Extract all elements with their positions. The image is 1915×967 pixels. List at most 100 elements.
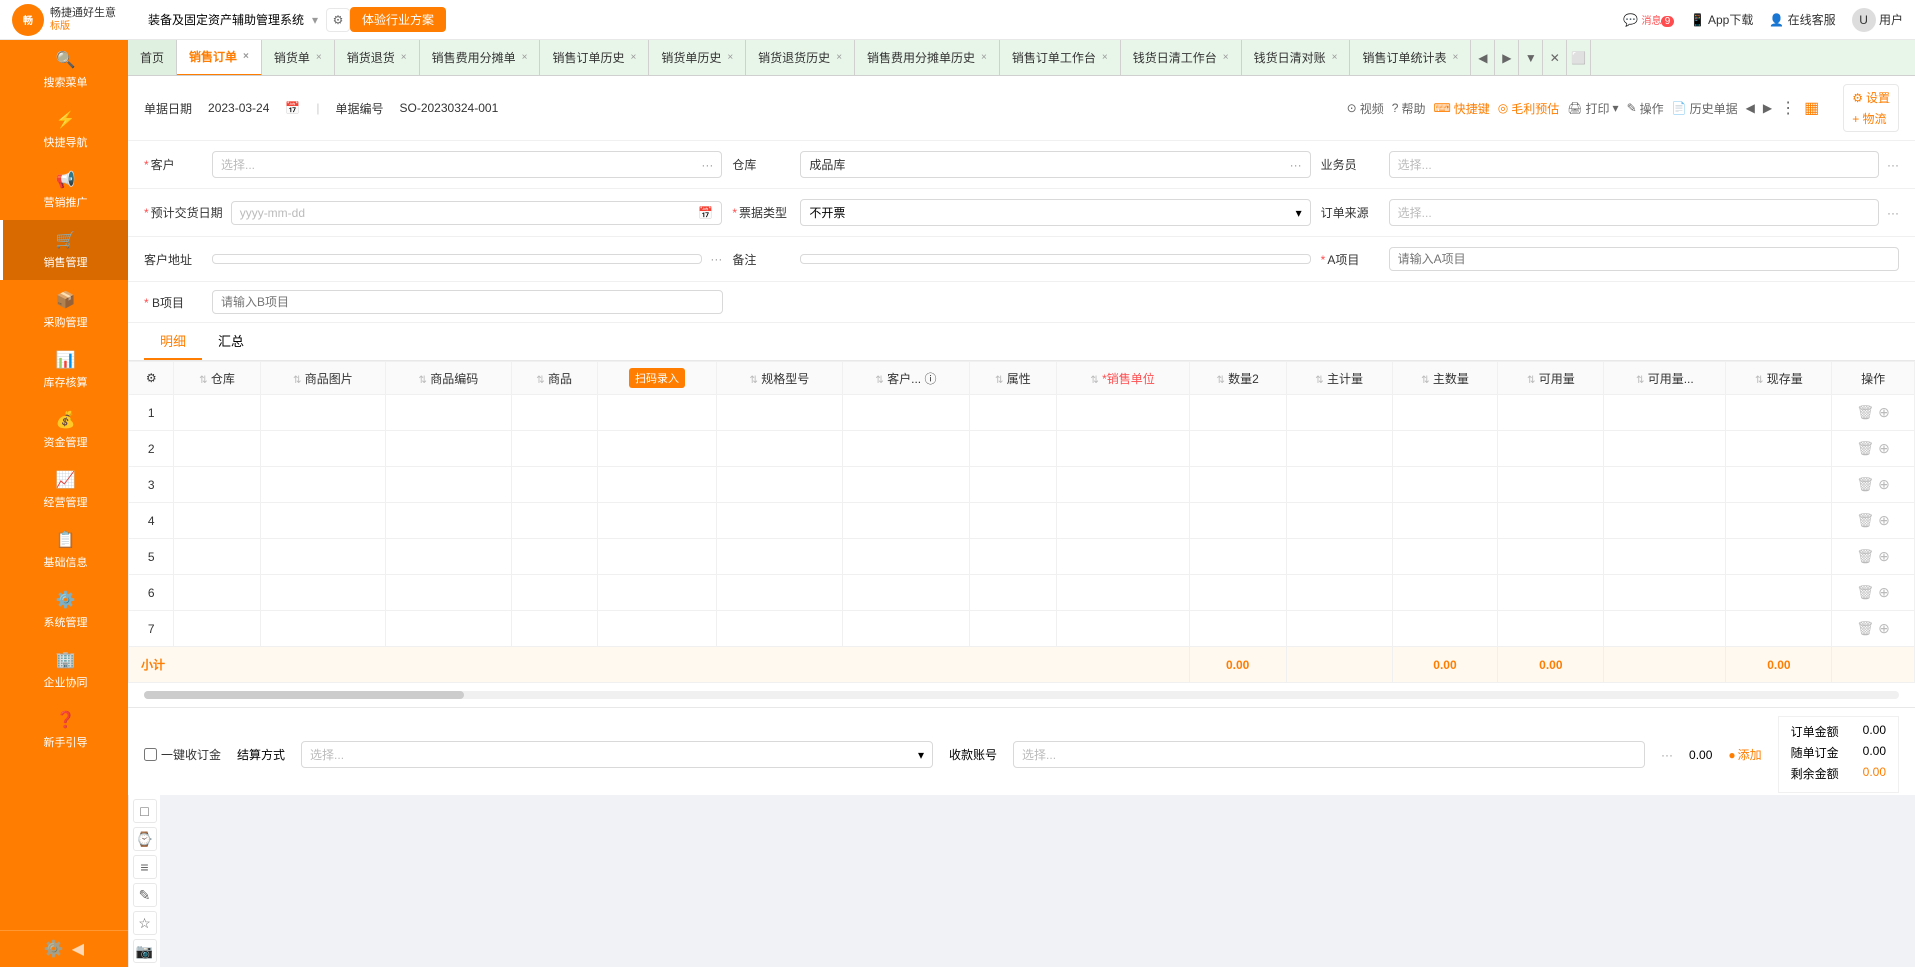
horizontal-scrollbar[interactable]	[144, 691, 1899, 699]
sidebar-item-sales[interactable]: 🛒 销售管理	[0, 220, 128, 280]
tab-close-fee-split[interactable]: ×	[522, 52, 528, 63]
profit-btn[interactable]: ◎ 毛利预估	[1498, 100, 1560, 117]
tab-sales-return[interactable]: 销货单 ×	[262, 40, 335, 76]
prev-record-btn[interactable]: ◀	[1746, 101, 1755, 115]
delivery-date-input[interactable]: yyyy-mm-dd 📅	[231, 201, 723, 225]
sidebar-item-finance[interactable]: 💰 资金管理	[0, 400, 128, 460]
account-select[interactable]: 选择...	[1013, 741, 1645, 768]
tab-sales-delivery[interactable]: 销货退货 ×	[335, 40, 420, 76]
tab-close-order-workbench[interactable]: ×	[1102, 52, 1108, 63]
tab-sales-order[interactable]: 销售订单 ×	[177, 40, 262, 76]
sidebar-item-operations[interactable]: 📈 经营管理	[0, 460, 128, 520]
tab-fee-history[interactable]: 销售费用分摊单历史 ×	[855, 40, 1000, 76]
sidebar-item-system[interactable]: ⚙️ 系统管理	[0, 580, 128, 640]
order-source-expand-btn[interactable]: ···	[1887, 206, 1899, 220]
customer-input[interactable]: 选择... ···	[212, 151, 722, 178]
warehouse-expand-btn[interactable]: ···	[1290, 158, 1302, 172]
sidebar-item-search[interactable]: 🔍 搜索菜单	[0, 40, 128, 100]
remark-input[interactable]	[800, 254, 1310, 264]
tab-close-cash-daily[interactable]: ×	[1223, 52, 1229, 63]
delete-row-5-btn[interactable]: 🗑	[1856, 548, 1874, 565]
delete-row-6-btn[interactable]: 🗑	[1856, 584, 1874, 601]
form-settings-btn[interactable]: ⚙ 设置	[1852, 89, 1890, 106]
print-btn[interactable]: 🖨 打印 ▾	[1567, 100, 1618, 117]
order-source-input[interactable]: 选择...	[1389, 199, 1879, 226]
tab-close-delivery-history[interactable]: ×	[836, 52, 842, 63]
add-item-btn[interactable]: ● 添加	[1728, 746, 1761, 763]
delete-row-4-btn[interactable]: 🗑	[1856, 512, 1874, 529]
scrollbar-thumb[interactable]	[144, 691, 464, 699]
tab-close-sales-order[interactable]: ×	[243, 51, 249, 62]
copy-row-3-btn[interactable]: ⊕	[1878, 476, 1890, 493]
tab-close-all[interactable]: ✕	[1543, 40, 1567, 76]
app-download[interactable]: 📱 App下载	[1690, 11, 1753, 28]
sidebar-item-marketing[interactable]: 📢 营销推广	[0, 160, 128, 220]
delete-row-3-btn[interactable]: 🗑	[1856, 476, 1874, 493]
tab-order-workbench[interactable]: 销售订单工作台 ×	[1000, 40, 1121, 76]
tab-delivery-history[interactable]: 销货退货历史 ×	[746, 40, 855, 76]
right-tool-5[interactable]: ☆	[133, 911, 157, 935]
customer-expand-btn[interactable]: ···	[701, 158, 713, 172]
account-expand-btn[interactable]: ···	[1661, 748, 1673, 762]
copy-row-6-btn[interactable]: ⊕	[1878, 584, 1890, 601]
address-expand-btn[interactable]: ···	[710, 252, 722, 266]
sidebar-item-quick-nav[interactable]: ⚡ 快捷导航	[0, 100, 128, 160]
invoice-type-select[interactable]: 不开票 ▾	[800, 199, 1310, 226]
system-dropdown-icon[interactable]: ▾	[312, 13, 318, 27]
tab-home[interactable]: 首页	[128, 40, 177, 76]
copy-row-5-btn[interactable]: ⊕	[1878, 548, 1890, 565]
operations-btn[interactable]: ✎ 操作	[1627, 100, 1664, 117]
system-settings-icon[interactable]: ⚙	[326, 8, 350, 32]
one-click-checkbox-label[interactable]: 一键收订金	[144, 746, 221, 763]
right-tool-1[interactable]: □	[133, 799, 157, 823]
add-material-btn[interactable]: + 物流	[1852, 110, 1890, 127]
a-project-input[interactable]	[1389, 247, 1899, 271]
help-btn[interactable]: ? 帮助	[1392, 100, 1426, 117]
tab-close-cash-reconcile[interactable]: ×	[1332, 52, 1338, 63]
next-record-btn[interactable]: ▶	[1763, 101, 1772, 115]
tab-nav-menu[interactable]: ▼	[1519, 40, 1543, 76]
copy-row-2-btn[interactable]: ⊕	[1878, 440, 1890, 457]
tab-sales-order-history[interactable]: 销售订单历史 ×	[540, 40, 649, 76]
copy-row-1-btn[interactable]: ⊕	[1878, 404, 1890, 421]
tab-nav-prev[interactable]: ◀	[1471, 40, 1495, 76]
online-support[interactable]: 👤 在线客服	[1769, 11, 1835, 28]
tab-close-sales-return[interactable]: ×	[316, 52, 322, 63]
tab-sales-fee-split[interactable]: 销售费用分摊单 ×	[420, 40, 541, 76]
tab-sales-stats[interactable]: 销售订单统计表 ×	[1350, 40, 1471, 76]
tab-sales-return-history[interactable]: 销货单历史 ×	[649, 40, 746, 76]
view-btn[interactable]: ⊙ 视频	[1347, 100, 1384, 117]
delete-row-2-btn[interactable]: 🗑	[1856, 440, 1874, 457]
tab-close-sales-delivery[interactable]: ×	[401, 52, 407, 63]
messages-icon[interactable]: 💬 消息 9	[1623, 12, 1674, 27]
view-toggle-grid[interactable]: ⋮	[1780, 98, 1796, 118]
tab-close-sales-stats[interactable]: ×	[1452, 52, 1458, 63]
right-tool-3[interactable]: ≡	[133, 855, 157, 879]
sidebar-item-basic[interactable]: 📋 基础信息	[0, 520, 128, 580]
staff-expand-btn[interactable]: ···	[1887, 158, 1899, 172]
tab-close-fee-history[interactable]: ×	[981, 52, 987, 63]
sidebar-settings-icon[interactable]: ⚙️	[44, 939, 64, 959]
col-settings[interactable]: ⚙	[129, 362, 174, 395]
payment-method-select[interactable]: 选择... ▾	[301, 741, 933, 768]
tab-cash-daily[interactable]: 钱货日清工作台 ×	[1121, 40, 1242, 76]
tab-close-order-history[interactable]: ×	[630, 52, 636, 63]
tab-maximize[interactable]: ⬜	[1567, 40, 1591, 76]
staff-input[interactable]: 选择...	[1389, 151, 1879, 178]
tab-detail[interactable]: 明细	[144, 323, 202, 360]
shortcuts-btn[interactable]: ⌨ 快捷键	[1433, 100, 1489, 117]
one-click-checkbox[interactable]	[144, 748, 157, 761]
copy-row-4-btn[interactable]: ⊕	[1878, 512, 1890, 529]
tab-summary[interactable]: 汇总	[202, 323, 260, 360]
tab-cash-reconcile[interactable]: 钱货日清对账 ×	[1242, 40, 1351, 76]
date-picker-icon[interactable]: 📅	[698, 206, 713, 220]
sidebar-item-purchase[interactable]: 📦 采购管理	[0, 280, 128, 340]
user-avatar[interactable]: U 用户	[1852, 8, 1903, 32]
right-tool-6[interactable]: 📷	[133, 939, 157, 963]
copy-row-7-btn[interactable]: ⊕	[1878, 620, 1890, 637]
history-btn[interactable]: 📄 历史单据	[1672, 100, 1738, 117]
tab-close-return-history[interactable]: ×	[727, 52, 733, 63]
calendar-icon[interactable]: 📅	[285, 101, 300, 115]
delete-row-1-btn[interactable]: 🗑	[1856, 404, 1874, 421]
sidebar-item-inventory[interactable]: 📊 库存核算	[0, 340, 128, 400]
